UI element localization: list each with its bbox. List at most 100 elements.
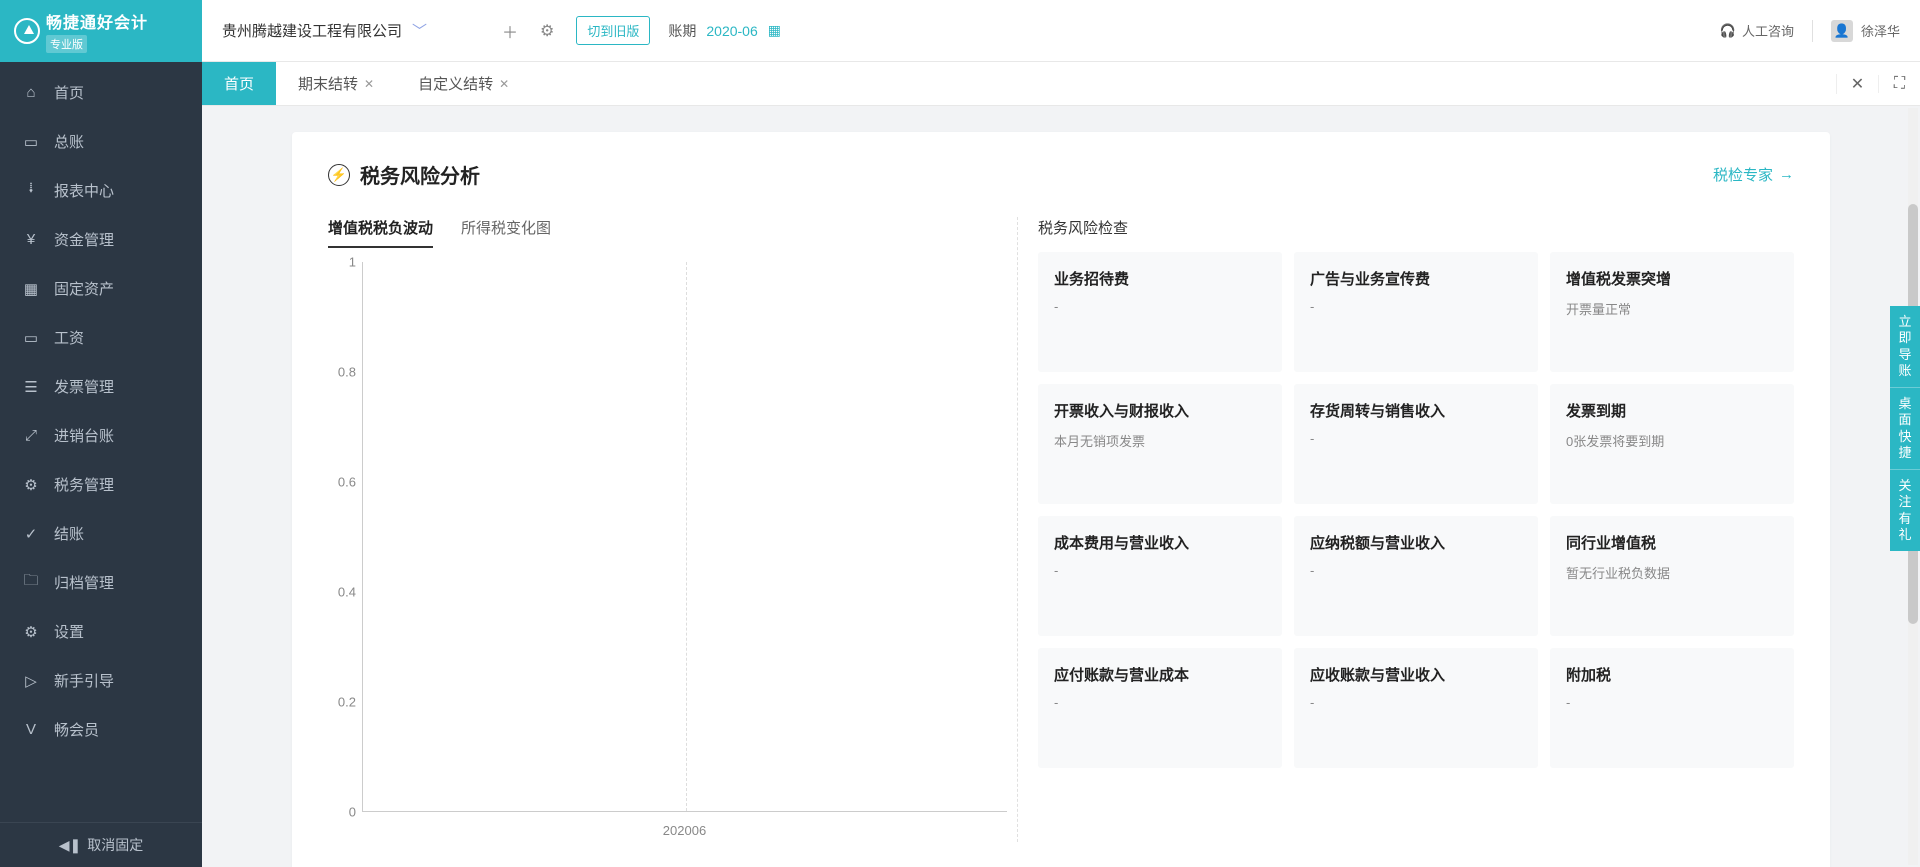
sidebar-item-label: 设置 bbox=[54, 621, 84, 642]
sidebar-item-inout[interactable]: ⤢ 进销台账 bbox=[0, 411, 202, 460]
brand-title: 畅捷通好会计 bbox=[46, 9, 148, 33]
sub-tab-vat[interactable]: 增值税税负波动 bbox=[328, 217, 433, 248]
calendar-icon[interactable]: ▦ bbox=[768, 22, 781, 39]
sidebar-item-home[interactable]: ⌂首页 bbox=[0, 68, 202, 117]
sidebar-unpin[interactable]: ◀❚ 取消固定 bbox=[0, 822, 202, 867]
risk-card-desc: 0张发票将要到期 bbox=[1566, 431, 1778, 450]
play-icon: ▷ bbox=[22, 672, 40, 690]
risk-card[interactable]: 应付账款与营业成本 - bbox=[1038, 648, 1282, 768]
sidebar-item-closing[interactable]: ✓ 结账 bbox=[0, 509, 202, 558]
risk-check-title: 税务风险检查 bbox=[1038, 217, 1794, 238]
grid-line bbox=[686, 262, 687, 811]
invoice-icon: ☰ bbox=[22, 378, 40, 396]
content-area: ⚡ 税务风险分析 税检专家 → 增值税税负波动 所得税变化图 bbox=[202, 106, 1920, 867]
risk-card[interactable]: 业务招待费- bbox=[1038, 252, 1282, 372]
sidebar-item-archive[interactable]: 🗀归档管理 bbox=[0, 558, 202, 607]
sidebar-item-ledger[interactable]: ▭总账 bbox=[0, 117, 202, 166]
tabbar: 首页期末结转✕自定义结转✕ ✕ ⛶ bbox=[202, 62, 1920, 106]
sidebar-item-guide[interactable]: ▷ 新手引导 bbox=[0, 656, 202, 705]
float-tabs: 立即导账 桌面快捷 关注有礼 bbox=[1890, 306, 1920, 551]
risk-card-desc: - bbox=[1310, 299, 1522, 314]
sidebar-item-fixed-assets[interactable]: ▦固定资产 bbox=[0, 264, 202, 313]
sidebar-item-label: 发票管理 bbox=[54, 376, 114, 397]
risk-card-title: 发票到期 bbox=[1566, 400, 1778, 421]
risk-card[interactable]: 增值税发票突增开票量正常 bbox=[1550, 252, 1794, 372]
user-name: 徐泽华 bbox=[1861, 21, 1900, 40]
vat-chart: 00.20.40.60.81 202006 bbox=[328, 262, 1007, 842]
gear-icon[interactable]: ⚙ bbox=[540, 21, 554, 41]
side-nav: ⌂首页 ▭总账 ⭭报表中心 ¥资金管理 ▦固定资产 ▭工资 ☰ 发票管理 ⤢ 进销台… bbox=[0, 62, 202, 822]
float-tab-follow[interactable]: 关注有礼 bbox=[1890, 470, 1920, 551]
sidebar-item-label: 新手引导 bbox=[54, 670, 114, 691]
fullscreen-button[interactable]: ⛶ bbox=[1878, 75, 1920, 93]
y-tick: 0.8 bbox=[338, 365, 356, 380]
risk-card-desc: - bbox=[1310, 563, 1522, 578]
y-tick: 0 bbox=[349, 805, 356, 820]
y-tick: 0.4 bbox=[338, 585, 356, 600]
closing-icon: ✓ bbox=[22, 525, 40, 543]
float-tab-import[interactable]: 立即导账 bbox=[1890, 306, 1920, 388]
risk-card[interactable]: 开票收入与财报收入本月无销项发票 bbox=[1038, 384, 1282, 504]
risk-card[interactable]: 成本费用与营业收入- bbox=[1038, 516, 1282, 636]
float-tab-shortcut[interactable]: 桌面快捷 bbox=[1890, 388, 1920, 470]
risk-card-desc: - bbox=[1054, 563, 1266, 578]
sidebar-item-invoice[interactable]: ☰ 发票管理 bbox=[0, 362, 202, 411]
sidebar-item-funds[interactable]: ¥资金管理 bbox=[0, 215, 202, 264]
close-icon[interactable]: ✕ bbox=[499, 77, 509, 91]
close-icon[interactable]: ✕ bbox=[364, 77, 374, 91]
old-version-button[interactable]: 切到旧版 bbox=[576, 16, 650, 45]
brand-logo-icon bbox=[14, 18, 40, 44]
sidebar-item-label: 结账 bbox=[54, 523, 84, 544]
ledger-icon: ▭ bbox=[22, 133, 40, 151]
risk-card[interactable]: 应纳税额与营业收入- bbox=[1294, 516, 1538, 636]
tax-risk-panel: ⚡ 税务风险分析 税检专家 → 增值税税负波动 所得税变化图 bbox=[292, 132, 1830, 867]
sidebar-item-label: 首页 bbox=[54, 82, 84, 103]
tax-icon: ⚙ bbox=[22, 476, 40, 494]
risk-card-title: 应付账款与营业成本 bbox=[1054, 664, 1266, 685]
sidebar-item-reports[interactable]: ⭭报表中心 bbox=[0, 166, 202, 215]
salary-icon: ▭ bbox=[22, 329, 40, 347]
risk-card-title: 应收账款与营业收入 bbox=[1310, 664, 1522, 685]
sidebar-unpin-label: 取消固定 bbox=[87, 835, 143, 855]
sidebar-item-label: 进销台账 bbox=[54, 425, 114, 446]
tax-expert-link[interactable]: 税检专家 → bbox=[1713, 164, 1794, 185]
org-selector[interactable]: 贵州腾越建设工程有限公司 ﹀ bbox=[222, 20, 502, 41]
risk-card-title: 增值税发票突增 bbox=[1566, 268, 1778, 289]
plus-icon[interactable]: ＋ bbox=[502, 19, 518, 43]
tab[interactable]: 首页 bbox=[202, 62, 276, 105]
asset-icon: ▦ bbox=[22, 280, 40, 298]
sidebar-item-salary[interactable]: ▭工资 bbox=[0, 313, 202, 362]
risk-card-desc: - bbox=[1566, 695, 1778, 710]
sidebar: 畅捷通好会计 专业版 ⌂首页 ▭总账 ⭭报表中心 ¥资金管理 ▦固定资产 ▭工资… bbox=[0, 0, 202, 867]
tab[interactable]: 自定义结转✕ bbox=[396, 62, 531, 105]
support-link[interactable]: 🎧 人工咨询 bbox=[1720, 21, 1794, 40]
sub-tab-income-tax[interactable]: 所得税变化图 bbox=[461, 217, 551, 248]
risk-card-desc: 本月无销项发票 bbox=[1054, 431, 1266, 450]
risk-card-title: 附加税 bbox=[1566, 664, 1778, 685]
risk-card[interactable]: 发票到期 0张发票将要到期 bbox=[1550, 384, 1794, 504]
tab[interactable]: 期末结转 ✕ bbox=[276, 62, 396, 105]
bolt-icon: ⚡ bbox=[328, 164, 350, 186]
sidebar-item-member[interactable]: V畅会员 bbox=[0, 705, 202, 754]
risk-card-desc: - bbox=[1054, 695, 1266, 710]
archive-icon: 🗀 bbox=[22, 574, 40, 592]
inout-icon: ⤢ bbox=[22, 427, 40, 445]
risk-card-desc: 暂无行业税负数据 bbox=[1566, 563, 1778, 582]
period-value[interactable]: 2020-06 bbox=[706, 23, 757, 39]
risk-card[interactable]: 应收账款与营业收入- bbox=[1294, 648, 1538, 768]
risk-card[interactable]: 广告与业务宣传费- bbox=[1294, 252, 1538, 372]
risk-card-desc: - bbox=[1310, 431, 1522, 446]
risk-card[interactable]: 同行业增值税暂无行业税负数据 bbox=[1550, 516, 1794, 636]
chart-icon: ⭭ bbox=[22, 182, 40, 200]
user-menu[interactable]: 👤 徐泽华 bbox=[1831, 20, 1900, 42]
risk-card[interactable]: 附加税 - bbox=[1550, 648, 1794, 768]
arrow-right-icon: → bbox=[1779, 166, 1794, 183]
y-tick: 0.6 bbox=[338, 475, 356, 490]
risk-card[interactable]: 存货周转与销售收入- bbox=[1294, 384, 1538, 504]
sidebar-item-settings[interactable]: ⚙设置 bbox=[0, 607, 202, 656]
risk-card-title: 开票收入与财报收入 bbox=[1054, 400, 1266, 421]
x-tick: 202006 bbox=[663, 823, 706, 838]
close-all-tabs-button[interactable]: ✕ bbox=[1836, 74, 1878, 94]
sidebar-item-tax[interactable]: ⚙税务管理 bbox=[0, 460, 202, 509]
tab-label: 期末结转 bbox=[298, 73, 358, 94]
